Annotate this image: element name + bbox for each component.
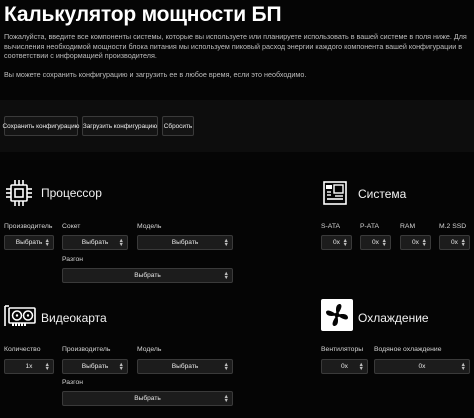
cpu-section-title: Процессор: [41, 186, 102, 200]
cpu-manufacturer-value: Выбрать: [15, 239, 43, 246]
gpu-section-title: Видеокарта: [41, 311, 107, 325]
gpu-oc-value: Выбрать: [134, 395, 161, 402]
cpu-manufacturer-label: Производитель: [4, 223, 53, 230]
sata-value: 0x: [333, 239, 340, 246]
chevron-updown-icon: ▲ ▼: [44, 362, 50, 372]
fans-value: 0x: [341, 363, 348, 370]
chevron-updown-icon: ▲ ▼: [358, 362, 364, 372]
fans-select[interactable]: 0x ▲ ▼: [321, 359, 368, 374]
pata-label: P-ATA: [360, 223, 380, 230]
cpu-socket-value: Выбрать: [81, 239, 109, 246]
m2-ssd-value: 0x: [451, 239, 458, 246]
gpu-model-select[interactable]: Выбрать ▲ ▼: [137, 359, 233, 374]
fan-icon: [321, 299, 353, 336]
page-title: Калькулятор мощности БП: [4, 3, 282, 26]
intro-text: Пожалуйста, введите все компоненты систе…: [4, 32, 467, 61]
chevron-updown-icon: ▲ ▼: [460, 238, 466, 248]
gpu-manufacturer-value: Выбрать: [81, 363, 109, 370]
gpu-manufacturer-select[interactable]: Выбрать ▲ ▼: [62, 359, 128, 374]
cpu-model-label: Модель: [137, 223, 162, 230]
water-cooling-value: 0x: [418, 363, 426, 370]
gpu-model-value: Выбрать: [171, 363, 199, 370]
cpu-oc-label: Разгон: [62, 256, 83, 263]
gpu-qty-label: Количество: [4, 346, 41, 353]
water-cooling-label: Водяное охлаждение: [374, 346, 442, 353]
gpu-qty-value: 1x: [25, 363, 33, 370]
chevron-updown-icon: ▲ ▼: [421, 238, 427, 248]
load-config-button[interactable]: Загрузить конфигурацию: [82, 116, 158, 136]
gpu-oc-select[interactable]: Выбрать ▲ ▼: [62, 391, 233, 406]
save-note: Вы можете сохранить конфигурацию и загру…: [4, 70, 307, 79]
m2-ssd-select[interactable]: 0x ▲ ▼: [439, 235, 470, 250]
cpu-model-value: Выбрать: [171, 239, 199, 246]
chevron-updown-icon: ▲ ▼: [223, 238, 229, 248]
chevron-updown-icon: ▲ ▼: [223, 394, 229, 404]
chevron-updown-icon: ▲ ▼: [223, 271, 229, 281]
pata-value: 0x: [372, 239, 379, 246]
chevron-updown-icon: ▲ ▼: [342, 238, 348, 248]
system-section-title: Система: [358, 187, 407, 201]
chevron-updown-icon: ▲ ▼: [381, 238, 387, 248]
ram-value: 0x: [412, 239, 419, 246]
cpu-socket-label: Сокет: [62, 223, 81, 230]
cpu-oc-select[interactable]: Выбрать ▲ ▼: [62, 268, 233, 283]
ram-label: RAM: [400, 223, 416, 230]
ram-select[interactable]: 0x ▲ ▼: [400, 235, 431, 250]
save-config-button[interactable]: Сохранить конфигурацию: [3, 116, 79, 136]
gpu-manufacturer-label: Производитель: [62, 346, 111, 353]
water-cooling-select[interactable]: 0x ▲ ▼: [374, 359, 470, 374]
gpu-model-label: Модель: [137, 346, 162, 353]
chevron-updown-icon: ▲ ▼: [460, 362, 466, 372]
graphics-card-icon: [3, 302, 37, 335]
sata-label: S-ATA: [321, 223, 341, 230]
cpu-model-select[interactable]: Выбрать ▲ ▼: [137, 235, 233, 250]
gpu-oc-label: Разгон: [62, 379, 83, 386]
m2-ssd-label: M.2 SSD: [439, 223, 467, 230]
chevron-updown-icon: ▲ ▼: [44, 238, 50, 248]
pata-select[interactable]: 0x ▲ ▼: [360, 235, 391, 250]
chevron-updown-icon: ▲ ▼: [118, 238, 124, 248]
fans-label: Вентиляторы: [321, 346, 364, 353]
motherboard-icon: [321, 179, 349, 212]
gpu-qty-select[interactable]: 1x ▲ ▼: [4, 359, 54, 374]
chevron-updown-icon: ▲ ▼: [223, 362, 229, 372]
cpu-oc-value: Выбрать: [134, 272, 161, 279]
reset-button[interactable]: Сбросить: [162, 116, 194, 136]
sata-select[interactable]: 0x ▲ ▼: [321, 235, 352, 250]
chevron-updown-icon: ▲ ▼: [118, 362, 124, 372]
cpu-icon: [4, 178, 34, 213]
cpu-manufacturer-select[interactable]: Выбрать ▲ ▼: [4, 235, 54, 250]
cpu-socket-select[interactable]: Выбрать ▲ ▼: [62, 235, 128, 250]
cooling-section-title: Охлаждение: [358, 311, 429, 325]
